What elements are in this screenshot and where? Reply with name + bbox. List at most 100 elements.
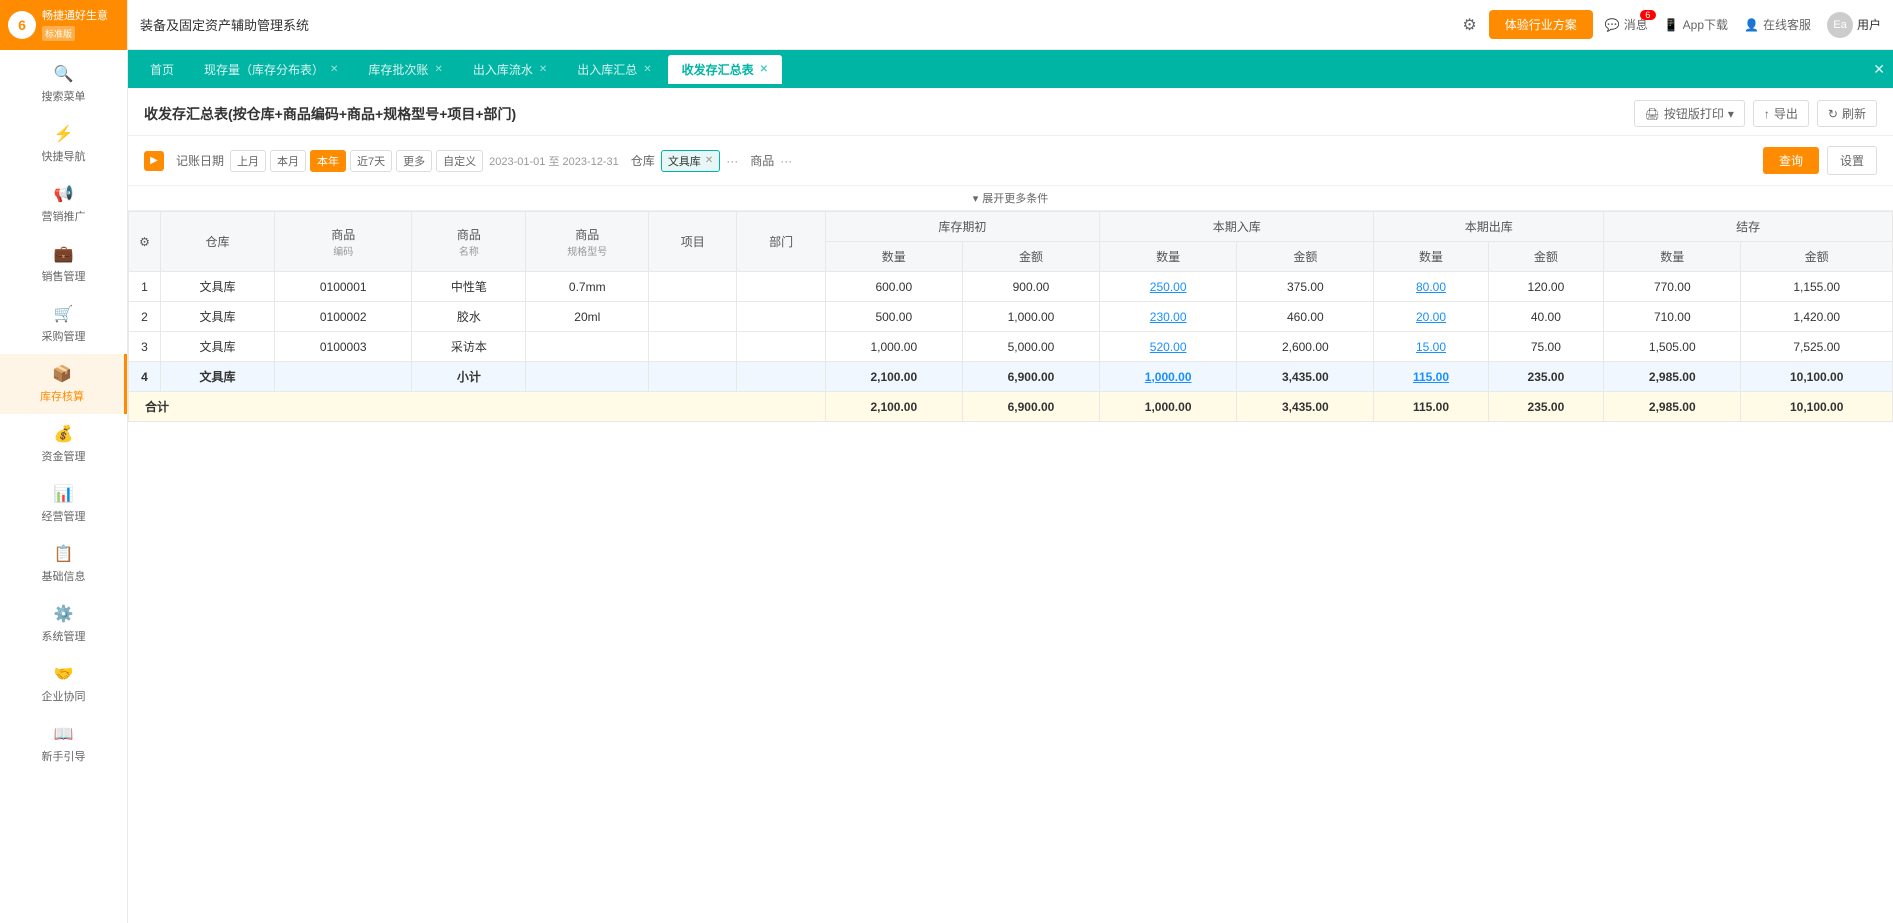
subtotal-spec [526, 362, 649, 392]
tab-batch-close[interactable]: ✕ [434, 64, 442, 75]
tab-inout-summary-close[interactable]: ✕ [643, 64, 651, 75]
subtotal-in-qty[interactable]: 1,000.00 [1100, 362, 1237, 392]
refresh-button[interactable]: ↻ 刷新 [1817, 100, 1877, 127]
table-wrap: ⚙ 仓库 商品编码 商品名称 商品规格型号 项目 部门 库存期初 本期入库 本期… [128, 211, 1893, 422]
page-header-actions: 🖨 按钮版打印 ▾ ↑ 导出 ↻ 刷新 [1634, 100, 1877, 127]
tabbar-close-all[interactable]: ✕ [1873, 61, 1885, 78]
operation-icon: 📊 [54, 484, 74, 504]
export-button[interactable]: ↑ 导出 [1753, 100, 1809, 127]
footer-balance-qty: 2,985.00 [1604, 392, 1741, 422]
row-no: 2 [129, 302, 161, 332]
system-title: 装备及固定资产辅助管理系统 [140, 15, 1450, 34]
user-menu[interactable]: Ea 用户 [1827, 12, 1881, 38]
date-btn-custom[interactable]: 自定义 [436, 150, 483, 172]
tab-stock-summary-close[interactable]: ✕ [760, 64, 768, 75]
sidebar-label-purchase: 采购管理 [42, 328, 86, 344]
filter-expand: ▾ 展开更多条件 [128, 186, 1893, 211]
warehouse-label: 仓库 [631, 152, 655, 169]
date-btn-last-month[interactable]: 上月 [230, 150, 266, 172]
date-btn-more[interactable]: 更多 [396, 150, 432, 172]
row-out-amt: 40.00 [1488, 302, 1604, 332]
table-row: 2 文具库 0100002 胶水 20ml 500.00 1,000.00 23… [129, 302, 1893, 332]
row-out-amt: 75.00 [1488, 332, 1604, 362]
tab-stock-summary[interactable]: 收发存汇总表 ✕ [668, 55, 782, 84]
print-chevron-icon: ▾ [1728, 107, 1734, 121]
table-row: 3 文具库 0100003 采访本 1,000.00 5,000.00 520.… [129, 332, 1893, 362]
sidebar-menu: 🔍 搜索菜单 ⚡ 快捷导航 📢 营销推广 💼 销售管理 🛒 采购管理 📦 库存核… [0, 50, 127, 923]
sidebar-item-finance[interactable]: 💰 资金管理 [0, 414, 127, 474]
sidebar-item-basic[interactable]: 📋 基础信息 [0, 534, 127, 594]
th-group-balance: 结存 [1604, 212, 1893, 242]
footer-in-qty: 1,000.00 [1100, 392, 1237, 422]
row-out-qty[interactable]: 20.00 [1374, 302, 1488, 332]
row-in-qty[interactable]: 230.00 [1100, 302, 1237, 332]
subtotal-out-qty[interactable]: 115.00 [1374, 362, 1488, 392]
user-label: 用户 [1857, 16, 1881, 33]
footer-in-amt: 3,435.00 [1237, 392, 1374, 422]
row-opening-qty: 600.00 [825, 272, 962, 302]
tab-inout-flow[interactable]: 出入库流水 ✕ [459, 55, 561, 84]
row-in-amt: 375.00 [1237, 272, 1374, 302]
footer-opening-amt: 6,900.00 [962, 392, 1099, 422]
expand-button[interactable]: ▾ 展开更多条件 [973, 190, 1049, 206]
tab-stock-dist[interactable]: 现存量（库存分布表） ✕ [190, 55, 352, 84]
filter-setting-button[interactable]: 设置 [1827, 146, 1877, 175]
sidebar-item-operation[interactable]: 📊 经营管理 [0, 474, 127, 534]
row-name: 中性笔 [412, 272, 526, 302]
footer-label: 合计 [129, 392, 826, 422]
online-service-action[interactable]: 👤 在线客服 [1744, 16, 1811, 33]
tab-stock-dist-close[interactable]: ✕ [330, 64, 338, 75]
subtotal-in-amt: 3,435.00 [1237, 362, 1374, 392]
sidebar-item-system[interactable]: ⚙️ 系统管理 [0, 594, 127, 654]
message-action[interactable]: 💬 消息 6 [1605, 16, 1648, 33]
date-btn-this-year[interactable]: 本年 [310, 150, 346, 172]
row-balance-amt: 1,155.00 [1741, 272, 1893, 302]
row-in-qty[interactable]: 520.00 [1100, 332, 1237, 362]
row-opening-amt: 900.00 [962, 272, 1099, 302]
filter-toggle[interactable]: ▶ [144, 151, 164, 171]
date-btn-7days[interactable]: 近7天 [350, 150, 392, 172]
sidebar-item-purchase[interactable]: 🛒 采购管理 [0, 294, 127, 354]
sidebar-item-collab[interactable]: 🤝 企业协同 [0, 654, 127, 714]
trial-button[interactable]: 体验行业方案 [1489, 10, 1593, 39]
sidebar-label-finance: 资金管理 [42, 448, 86, 464]
sales-icon: 💼 [54, 244, 74, 264]
sidebar-item-guide[interactable]: 📖 新手引导 [0, 714, 127, 774]
print-button[interactable]: 🖨 按钮版打印 ▾ [1634, 100, 1745, 127]
collab-icon: 🤝 [54, 664, 74, 684]
sidebar-label-quicknav: 快捷导航 [42, 148, 86, 164]
tab-inout-summary[interactable]: 出入库汇总 ✕ [563, 55, 665, 84]
row-out-qty[interactable]: 15.00 [1374, 332, 1488, 362]
warehouse-tag-close[interactable]: ✕ [705, 155, 713, 166]
sidebar-item-search[interactable]: 🔍 搜索菜单 [0, 54, 127, 114]
settings-icon[interactable]: ⚙ [1462, 15, 1476, 35]
tab-batch[interactable]: 库存批次账 ✕ [354, 55, 456, 84]
sidebar-item-sales[interactable]: 💼 销售管理 [0, 234, 127, 294]
subtotal-dept [737, 362, 825, 392]
system-icon: ⚙️ [54, 604, 74, 624]
filter-bar: ▶ 记账日期 上月 本月 本年 近7天 更多 自定义 2023-01-01 至 … [128, 136, 1893, 186]
service-icon: 👤 [1744, 18, 1759, 32]
th-settings[interactable]: ⚙ [129, 212, 161, 272]
app-download-icon: 📱 [1664, 18, 1679, 32]
query-button[interactable]: 查询 [1763, 147, 1819, 174]
subtotal-name: 小计 [412, 362, 526, 392]
goods-more[interactable]: ··· [780, 154, 792, 168]
finance-icon: 💰 [54, 424, 74, 444]
warehouse-more[interactable]: ··· [726, 154, 738, 168]
tab-inout-flow-close[interactable]: ✕ [539, 64, 547, 75]
sidebar-item-marketing[interactable]: 📢 营销推广 [0, 174, 127, 234]
tabbar: 首页 现存量（库存分布表） ✕ 库存批次账 ✕ 出入库流水 ✕ 出入库汇总 ✕ … [128, 50, 1893, 88]
tab-home[interactable]: 首页 [136, 55, 188, 84]
date-btn-this-month[interactable]: 本月 [270, 150, 306, 172]
page-inner: 收发存汇总表(按仓库+商品编码+商品+规格型号+项目+部门) 🖨 按钮版打印 ▾… [128, 88, 1893, 923]
sidebar-label-inventory: 库存核算 [40, 388, 84, 404]
sidebar-item-inventory[interactable]: 📦 库存核算 [0, 354, 127, 414]
app-download-action[interactable]: 📱 App下载 [1664, 16, 1728, 33]
row-out-qty[interactable]: 80.00 [1374, 272, 1488, 302]
row-in-qty[interactable]: 250.00 [1100, 272, 1237, 302]
sidebar-item-quicknav[interactable]: ⚡ 快捷导航 [0, 114, 127, 174]
subtotal-opening-qty: 2,100.00 [825, 362, 962, 392]
logo-text: 畅捷通好生意 标准版 [42, 9, 108, 40]
main-content: 装备及固定资产辅助管理系统 ⚙ 体验行业方案 💬 消息 6 📱 App下载 👤 … [128, 0, 1893, 923]
